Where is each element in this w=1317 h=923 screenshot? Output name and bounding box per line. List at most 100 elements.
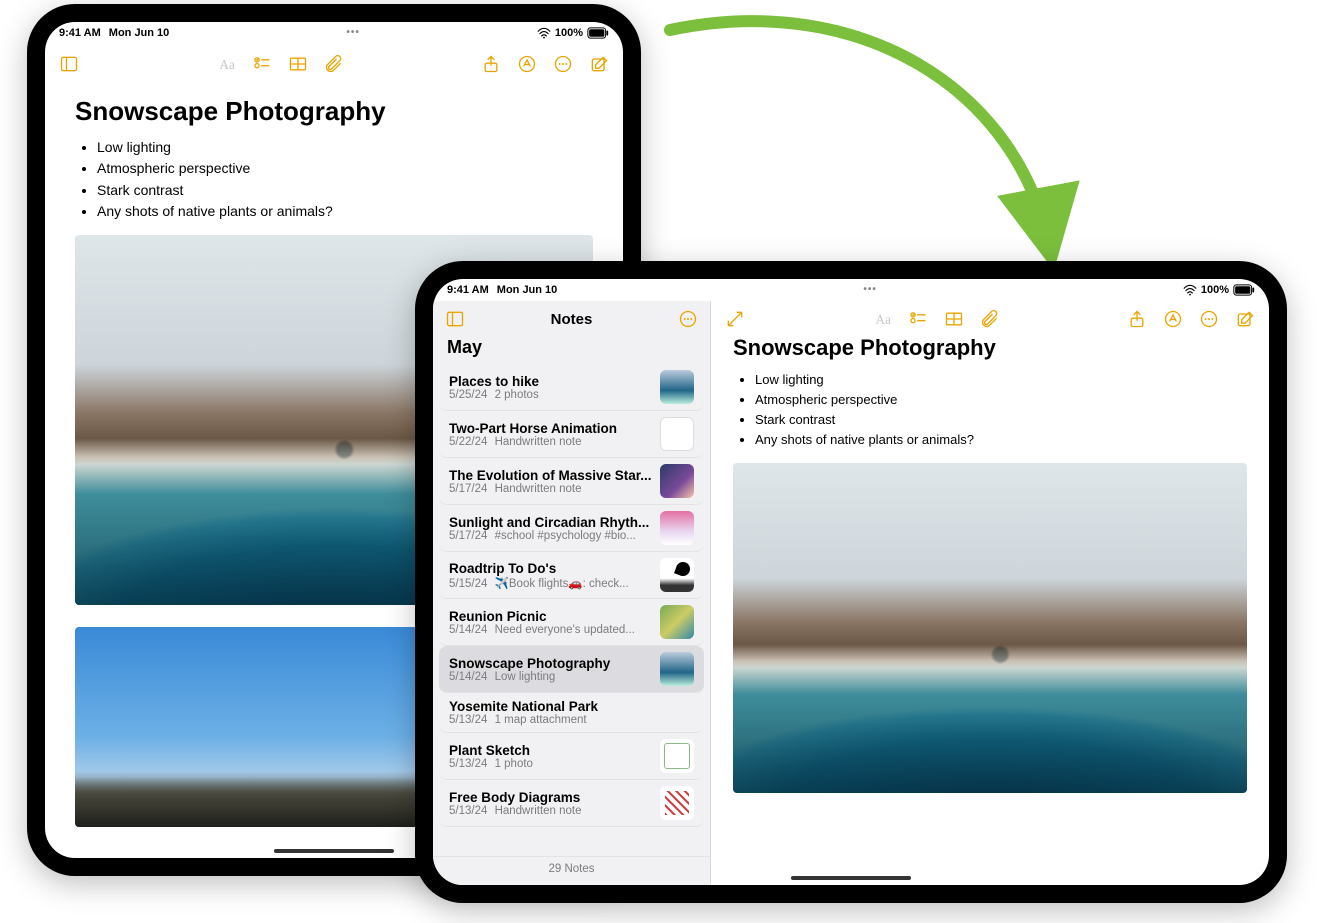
note-item-subtitle: 5/25/24 2 photos [449, 389, 652, 401]
note-item-thumbnail [660, 605, 694, 639]
status-time: 9:41 AM [59, 27, 101, 39]
note-bullets: Low lighting Atmospheric perspective Sta… [75, 137, 593, 221]
note-item-subtitle: 5/22/24 Handwritten note [449, 436, 652, 448]
battery-icon [587, 27, 609, 39]
attachment-icon[interactable] [976, 305, 1004, 333]
note-item-thumbnail [660, 370, 694, 404]
note-bullets: Low lighting Atmospheric perspective Sta… [733, 371, 1247, 449]
notes-list[interactable]: Places to hike5/25/24 2 photosTwo-Part H… [433, 364, 710, 856]
note-list-item[interactable]: Sunlight and Circadian Rhyth...5/17/24 #… [439, 505, 704, 552]
note-list-item[interactable]: Places to hike5/25/24 2 photos [439, 364, 704, 411]
svg-text:Aa: Aa [875, 312, 891, 327]
status-time: 9:41 AM [447, 284, 489, 296]
multitask-dots[interactable]: ••• [169, 28, 537, 38]
note-item-title: Places to hike [449, 374, 652, 389]
compose-icon[interactable] [585, 50, 613, 78]
expand-icon[interactable] [721, 305, 749, 333]
bullet-item: Low lighting [97, 137, 593, 157]
note-item-title: Yosemite National Park [449, 699, 694, 714]
bullet-item: Stark contrast [755, 411, 1247, 430]
bullet-item: Any shots of native plants or animals? [755, 431, 1247, 450]
note-item-thumbnail [660, 739, 694, 773]
bullet-item: Low lighting [755, 371, 1247, 390]
rotation-arrow [600, 0, 1120, 300]
checklist-icon[interactable] [248, 50, 276, 78]
sidebar-toggle-icon[interactable] [55, 50, 83, 78]
note-list-item[interactable]: Yosemite National Park5/13/24 1 map atta… [439, 693, 704, 733]
battery-icon [1233, 284, 1255, 296]
text-format-icon[interactable]: Aa [212, 50, 240, 78]
note-list-item[interactable]: Free Body Diagrams5/13/24 Handwritten no… [439, 780, 704, 827]
home-indicator[interactable] [791, 876, 911, 880]
note-list-item[interactable]: Roadtrip To Do's5/15/24 ✈️Book flights🚗:… [439, 552, 704, 599]
note-item-thumbnail [660, 464, 694, 498]
note-list-item[interactable]: Reunion Picnic5/14/24 Need everyone's up… [439, 599, 704, 646]
sidebar-toggle-icon[interactable] [441, 305, 469, 333]
note-item-subtitle: 5/13/24 1 map attachment [449, 714, 694, 726]
more-icon[interactable] [674, 305, 702, 333]
more-icon[interactable] [1195, 305, 1223, 333]
note-item-title: Sunlight and Circadian Rhyth... [449, 515, 652, 530]
attachment-icon[interactable] [320, 50, 348, 78]
text-format-icon[interactable]: Aa [868, 305, 896, 333]
note-content[interactable]: Snowscape Photography Low lighting Atmos… [711, 335, 1269, 885]
status-date: Mon Jun 10 [109, 27, 170, 39]
note-item-subtitle: 5/13/24 1 photo [449, 758, 652, 770]
note-item-title: Plant Sketch [449, 743, 652, 758]
note-item-title: The Evolution of Massive Star... [449, 468, 652, 483]
markup-icon[interactable] [1159, 305, 1187, 333]
checklist-icon[interactable] [904, 305, 932, 333]
bullet-item: Atmospheric perspective [755, 391, 1247, 410]
note-item-title: Reunion Picnic [449, 609, 652, 624]
sidebar-footer: 29 Notes [433, 856, 710, 885]
multitask-dots[interactable]: ••• [557, 285, 1183, 295]
note-item-title: Two-Part Horse Animation [449, 421, 652, 436]
note-item-thumbnail [660, 652, 694, 686]
notes-sidebar: Notes May Places to hike5/25/24 2 photos… [433, 301, 711, 885]
wifi-icon [537, 27, 551, 39]
share-icon[interactable] [477, 50, 505, 78]
note-item-title: Snowscape Photography [449, 656, 652, 671]
note-list-item[interactable]: Two-Part Horse Animation5/22/24 Handwrit… [439, 411, 704, 458]
more-icon[interactable] [549, 50, 577, 78]
note-toolbar: Aa [45, 44, 623, 84]
note-item-thumbnail [660, 786, 694, 820]
note-detail: Aa [711, 301, 1269, 885]
note-item-thumbnail [660, 558, 694, 592]
note-item-title: Roadtrip To Do's [449, 561, 652, 576]
note-item-title: Free Body Diagrams [449, 790, 652, 805]
note-toolbar: Aa [711, 301, 1269, 335]
markup-icon[interactable] [513, 50, 541, 78]
table-icon[interactable] [940, 305, 968, 333]
note-photo-snowscape[interactable] [733, 463, 1247, 793]
status-bar: 9:41 AM Mon Jun 10 ••• 100% [45, 22, 623, 44]
note-item-thumbnail [660, 511, 694, 545]
note-item-subtitle: 5/14/24 Need everyone's updated... [449, 624, 652, 636]
status-date: Mon Jun 10 [497, 284, 558, 296]
sidebar-title: Notes [469, 311, 674, 328]
ipad-landscape: 9:41 AM Mon Jun 10 ••• 100% [415, 261, 1287, 903]
compose-icon[interactable] [1231, 305, 1259, 333]
battery-pct: 100% [555, 27, 583, 39]
share-icon[interactable] [1123, 305, 1151, 333]
note-list-item[interactable]: The Evolution of Massive Star...5/17/24 … [439, 458, 704, 505]
battery-pct: 100% [1201, 284, 1229, 296]
note-title: Snowscape Photography [733, 335, 1247, 361]
note-list-item[interactable]: Plant Sketch5/13/24 1 photo [439, 733, 704, 780]
bullet-item: Stark contrast [97, 180, 593, 200]
sidebar-section: May [433, 335, 710, 364]
note-title: Snowscape Photography [75, 96, 593, 127]
bullet-item: Atmospheric perspective [97, 158, 593, 178]
home-indicator[interactable] [274, 849, 394, 853]
wifi-icon [1183, 284, 1197, 296]
note-item-subtitle: 5/15/24 ✈️Book flights🚗: check... [449, 576, 652, 590]
note-item-subtitle: 5/17/24 #school #psychology #bio... [449, 530, 652, 542]
bullet-item: Any shots of native plants or animals? [97, 201, 593, 221]
status-bar: 9:41 AM Mon Jun 10 ••• 100% [433, 279, 1269, 301]
svg-text:Aa: Aa [219, 57, 235, 72]
note-item-thumbnail [660, 417, 694, 451]
note-list-item[interactable]: Snowscape Photography5/14/24 Low lightin… [439, 646, 704, 693]
note-item-subtitle: 5/17/24 Handwritten note [449, 483, 652, 495]
note-item-subtitle: 5/13/24 Handwritten note [449, 805, 652, 817]
table-icon[interactable] [284, 50, 312, 78]
